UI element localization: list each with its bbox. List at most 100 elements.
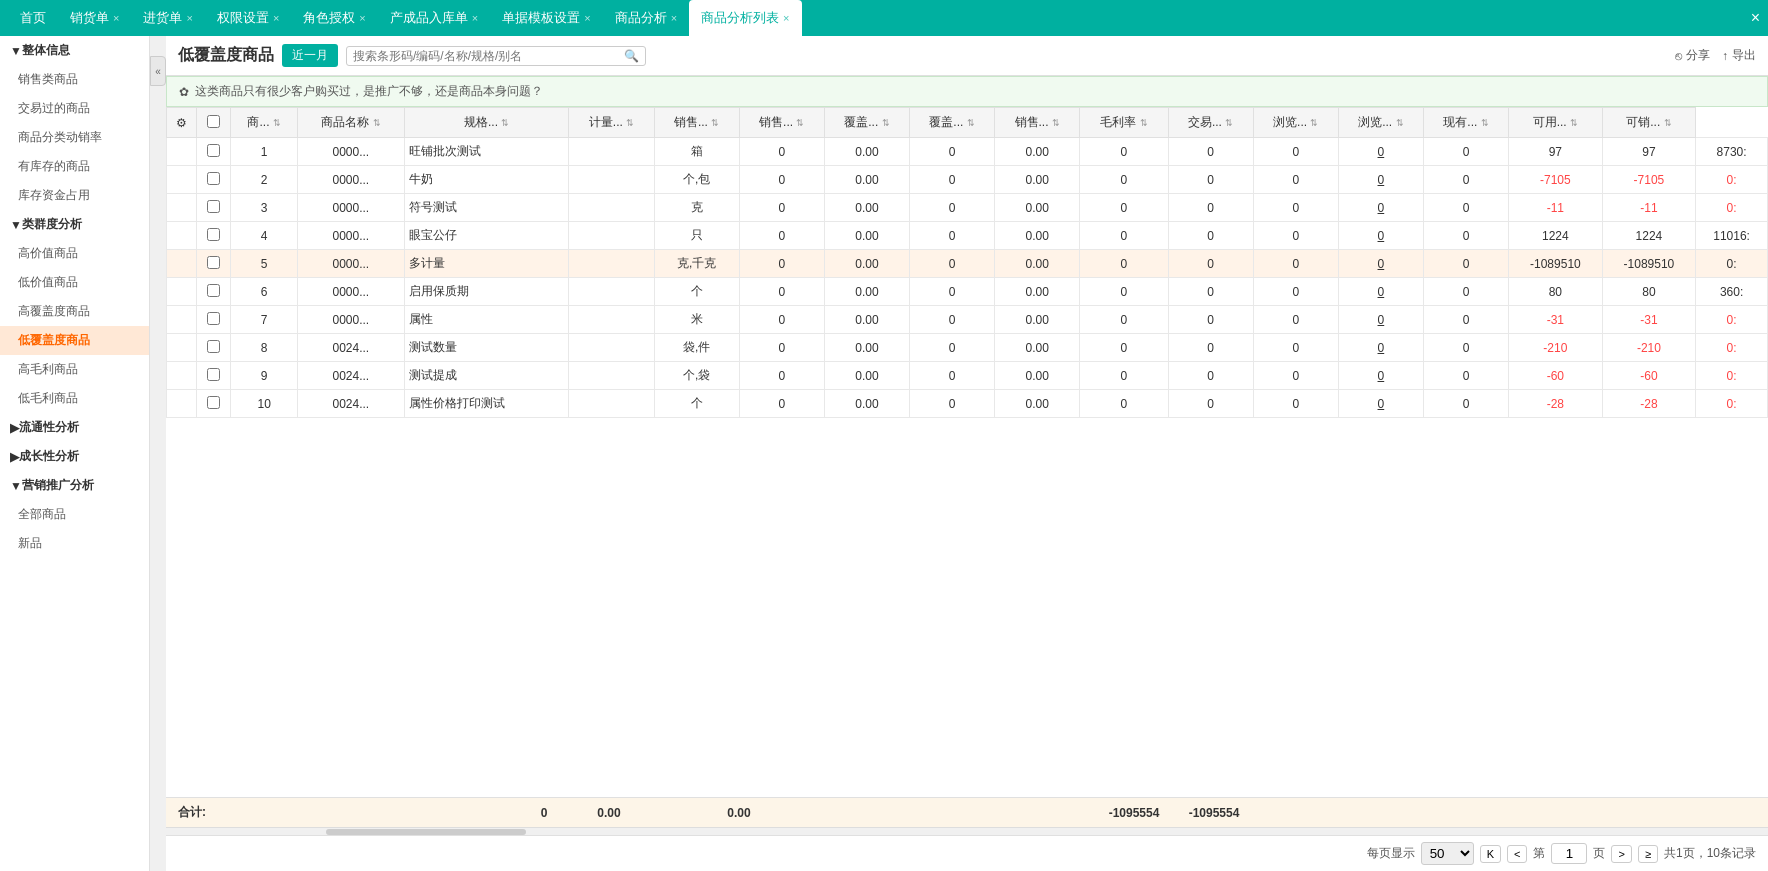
col-gross-margin-header[interactable]: 毛利率 ⇅ (1080, 108, 1168, 138)
sidebar-item-traded-goods[interactable]: 交易过的商品 (0, 94, 149, 123)
row-checkbox[interactable] (197, 278, 231, 306)
col-cover1-header[interactable]: 覆盖... ⇅ (824, 108, 909, 138)
row-checkbox[interactable] (197, 390, 231, 418)
row-browse1[interactable]: 0 (1338, 390, 1423, 418)
sidebar-item-sales-goods[interactable]: 销售类商品 (0, 65, 149, 94)
col-stock-current-header[interactable]: 现有... ⇅ (1423, 108, 1508, 138)
nav-templates[interactable]: 单据模板设置 × (490, 0, 602, 36)
row-browse1[interactable]: 0 (1338, 250, 1423, 278)
row-browse1[interactable]: 0 (1338, 166, 1423, 194)
nav-purchase-close[interactable]: × (186, 12, 192, 24)
col-stock-sale-header[interactable]: 可销... ⇅ (1602, 108, 1696, 138)
row-settings[interactable] (167, 390, 197, 418)
col-unit-header[interactable]: 计量... ⇅ (569, 108, 654, 138)
row-select-checkbox[interactable] (207, 284, 220, 297)
time-filter-button[interactable]: 近一月 (282, 44, 338, 67)
row-browse1[interactable]: 0 (1338, 138, 1423, 166)
row-settings[interactable] (167, 334, 197, 362)
nav-permissions-close[interactable]: × (273, 12, 279, 24)
sidebar-section-liquidity[interactable]: ▶ 流通性分析 (0, 413, 149, 442)
row-checkbox[interactable] (197, 306, 231, 334)
row-browse1[interactable]: 0 (1338, 334, 1423, 362)
sidebar-item-new-goods[interactable]: 新品 (0, 529, 149, 558)
row-settings[interactable] (167, 362, 197, 390)
sidebar-section-growth[interactable]: ▶ 成长性分析 (0, 442, 149, 471)
sidebar-item-all-goods[interactable]: 全部商品 (0, 500, 149, 529)
search-icon[interactable]: 🔍 (624, 49, 639, 63)
nav-sales[interactable]: 销货单 × (58, 0, 131, 36)
col-browse1-header[interactable]: 浏览... ⇅ (1253, 108, 1338, 138)
sidebar-section-marketing[interactable]: ▼ 营销推广分析 (0, 471, 149, 500)
sidebar-item-low-coverage[interactable]: 低覆盖度商品 (0, 326, 149, 355)
data-table-container[interactable]: ⚙ 商... ⇅ 商品名称 ⇅ 规格... ⇅ 计量... ⇅ 销售... ⇅ … (166, 107, 1768, 797)
sidebar-item-low-value[interactable]: 低价值商品 (0, 268, 149, 297)
search-input[interactable] (353, 49, 624, 63)
col-cover2-header[interactable]: 覆盖... ⇅ (909, 108, 994, 138)
row-browse1[interactable]: 0 (1338, 306, 1423, 334)
row-select-checkbox[interactable] (207, 200, 220, 213)
col-sales-qty-header[interactable]: 销售... ⇅ (654, 108, 739, 138)
row-checkbox[interactable] (197, 166, 231, 194)
row-select-checkbox[interactable] (207, 396, 220, 409)
sidebar-item-high-value[interactable]: 高价值商品 (0, 239, 149, 268)
sidebar-item-high-margin[interactable]: 高毛利商品 (0, 355, 149, 384)
row-checkbox[interactable] (197, 334, 231, 362)
col-settings[interactable]: ⚙ (167, 108, 197, 138)
row-checkbox[interactable] (197, 250, 231, 278)
prev-page-button[interactable]: < (1507, 845, 1527, 863)
last-page-button[interactable]: ≥ (1638, 845, 1658, 863)
first-page-button[interactable]: K (1480, 845, 1501, 863)
col-trade-header[interactable]: 交易... ⇅ (1168, 108, 1253, 138)
row-select-checkbox[interactable] (207, 228, 220, 241)
row-checkbox[interactable] (197, 362, 231, 390)
row-browse1[interactable]: 0 (1338, 194, 1423, 222)
sidebar-collapse-button[interactable]: « (150, 56, 166, 86)
sidebar-section-overall[interactable]: ▼ 整体信息 (0, 36, 149, 65)
row-checkbox[interactable] (197, 138, 231, 166)
row-select-checkbox[interactable] (207, 172, 220, 185)
nav-roles[interactable]: 角色授权 × (291, 0, 377, 36)
page-number-input[interactable] (1551, 843, 1587, 864)
row-select-checkbox[interactable] (207, 368, 220, 381)
sidebar-section-cluster[interactable]: ▼ 类群度分析 (0, 210, 149, 239)
sidebar-item-category-rate[interactable]: 商品分类动销率 (0, 123, 149, 152)
nav-permissions[interactable]: 权限设置 × (205, 0, 291, 36)
col-name-header[interactable]: 商品名称 ⇅ (297, 108, 404, 138)
share-button[interactable]: ⎋ 分享 (1675, 47, 1710, 64)
next-page-button[interactable]: > (1611, 845, 1631, 863)
nav-warehouse[interactable]: 产成品入库单 × (378, 0, 490, 36)
row-select-checkbox[interactable] (207, 340, 220, 353)
nav-sales-close[interactable]: × (113, 12, 119, 24)
col-spec-header[interactable]: 规格... ⇅ (404, 108, 569, 138)
nav-roles-close[interactable]: × (359, 12, 365, 24)
row-checkbox[interactable] (197, 194, 231, 222)
row-select-checkbox[interactable] (207, 312, 220, 325)
row-select-checkbox[interactable] (207, 256, 220, 269)
window-close-button[interactable]: × (1751, 9, 1760, 27)
row-settings[interactable] (167, 250, 197, 278)
col-sales3-header[interactable]: 销售... ⇅ (995, 108, 1080, 138)
col-browse2-header[interactable]: 浏览... ⇅ (1338, 108, 1423, 138)
page-size-select[interactable]: 50 10 20 100 (1421, 842, 1474, 865)
nav-product-analysis[interactable]: 商品分析 × (603, 0, 689, 36)
export-button[interactable]: ↑ 导出 (1722, 47, 1756, 64)
nav-templates-close[interactable]: × (584, 12, 590, 24)
nav-product-analysis-list[interactable]: 商品分析列表 × (689, 0, 801, 36)
nav-warehouse-close[interactable]: × (472, 12, 478, 24)
row-settings[interactable] (167, 138, 197, 166)
row-browse1[interactable]: 0 (1338, 222, 1423, 250)
sidebar-item-stock-capital[interactable]: 库存资金占用 (0, 181, 149, 210)
row-settings[interactable] (167, 222, 197, 250)
sidebar-item-in-stock[interactable]: 有库存的商品 (0, 152, 149, 181)
col-code-header[interactable]: 商... ⇅ (231, 108, 297, 138)
sidebar-item-high-coverage[interactable]: 高覆盖度商品 (0, 297, 149, 326)
nav-home[interactable]: 首页 (8, 0, 58, 36)
row-browse1[interactable]: 0 (1338, 362, 1423, 390)
col-sales-amt-header[interactable]: 销售... ⇅ (739, 108, 824, 138)
row-select-checkbox[interactable] (207, 144, 220, 157)
horizontal-scrollbar[interactable] (166, 827, 1768, 835)
col-checkbox-header[interactable] (197, 108, 231, 138)
sidebar-item-low-margin[interactable]: 低毛利商品 (0, 384, 149, 413)
nav-purchase[interactable]: 进货单 × (131, 0, 204, 36)
select-all-checkbox[interactable] (207, 115, 220, 128)
